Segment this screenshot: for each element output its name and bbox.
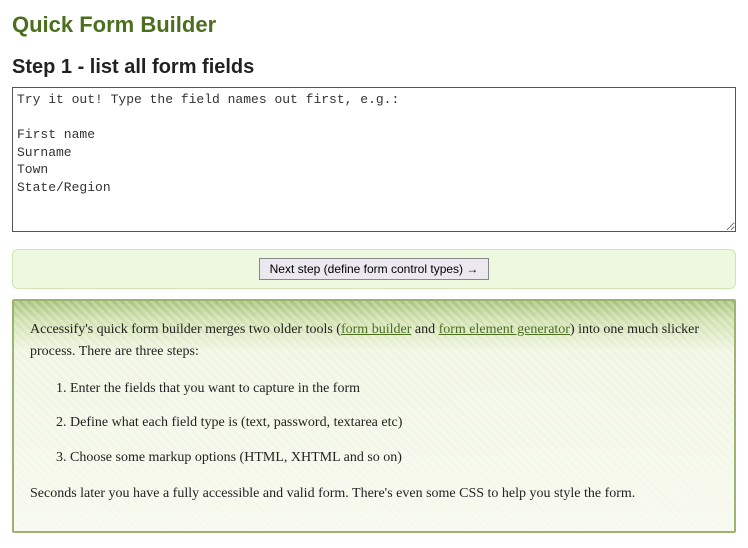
step-item: Enter the fields that you want to captur… xyxy=(70,378,718,400)
info-intro-text-1: Accessify's quick form builder merges tw… xyxy=(30,322,341,337)
step-item: Choose some markup options (HTML, XHTML … xyxy=(70,447,718,469)
button-bar: Next step (define form control types) → xyxy=(12,249,736,289)
step-item: Define what each field type is (text, pa… xyxy=(70,412,718,434)
step-heading: Step 1 - list all form fields xyxy=(12,56,736,79)
steps-list: Enter the fields that you want to captur… xyxy=(30,378,718,469)
info-panel: Accessify's quick form builder merges tw… xyxy=(12,299,736,533)
info-intro: Accessify's quick form builder merges tw… xyxy=(30,319,718,364)
next-step-button[interactable]: Next step (define form control types) → xyxy=(259,258,490,280)
form-element-generator-link[interactable]: form element generator xyxy=(439,322,570,337)
info-outro: Seconds later you have a fully accessibl… xyxy=(30,483,718,505)
fields-textarea[interactable] xyxy=(12,87,736,232)
form-builder-link[interactable]: form builder xyxy=(341,322,411,337)
page-title: Quick Form Builder xyxy=(12,12,736,38)
info-intro-text-2: and xyxy=(411,322,438,337)
